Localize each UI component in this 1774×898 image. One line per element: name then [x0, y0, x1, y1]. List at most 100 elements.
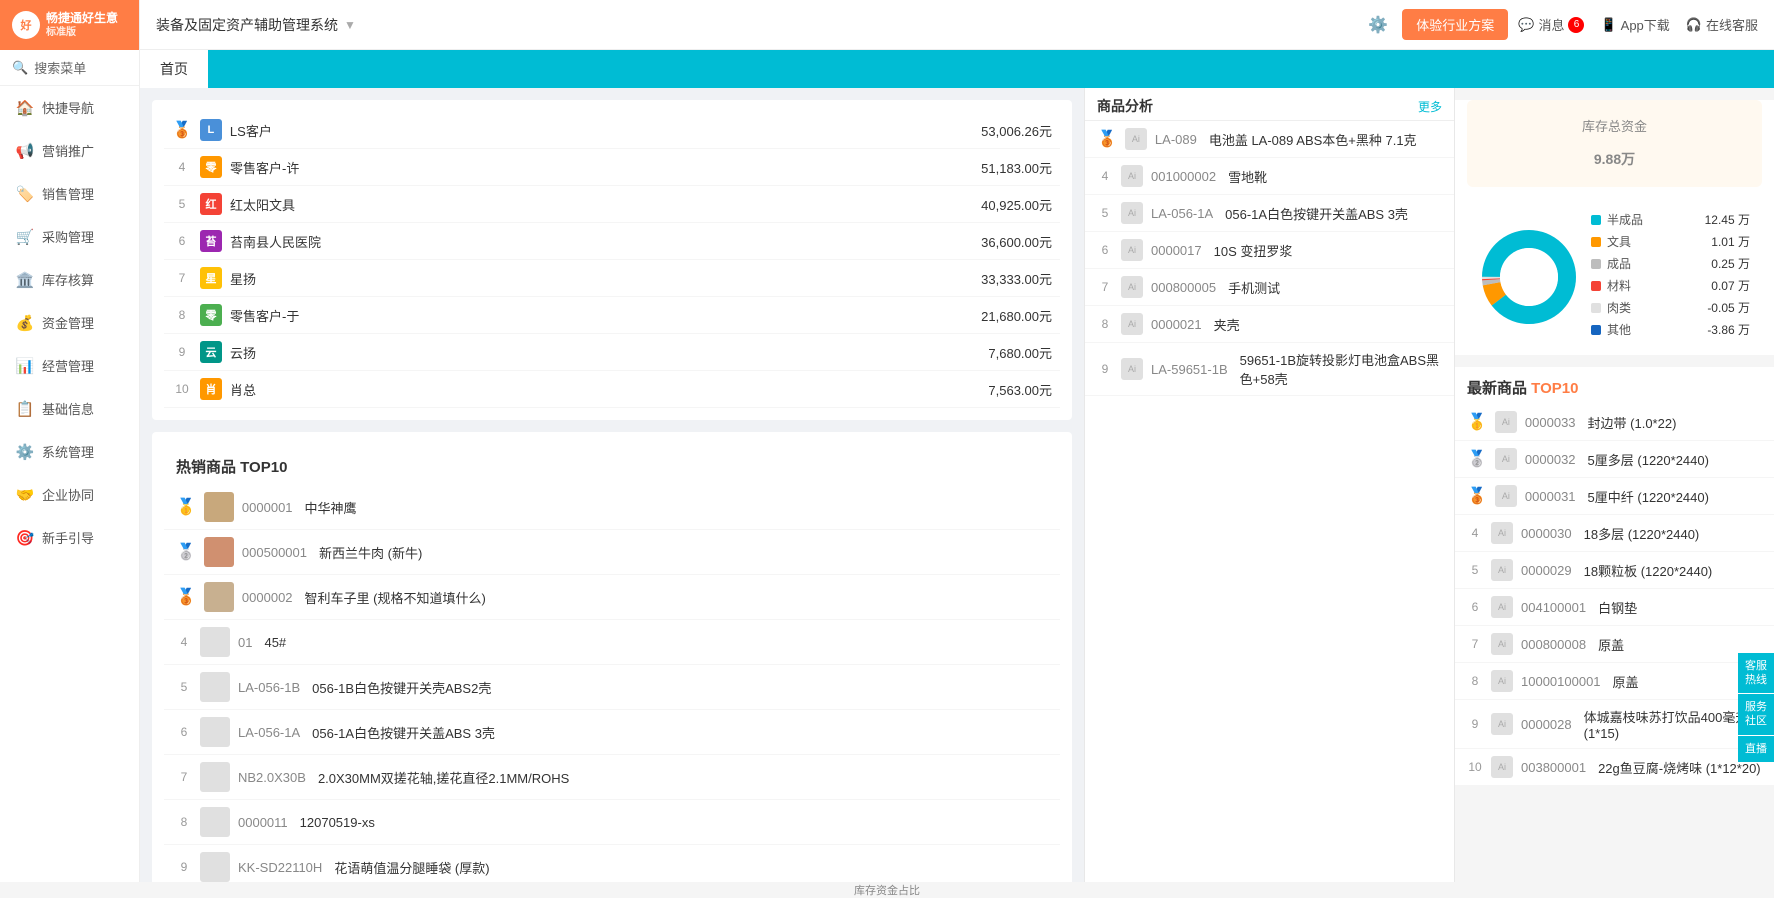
rank-item-5: 5 红 红太阳文具 40,925.00元: [164, 186, 1060, 223]
main-area: 装备及固定资产辅助管理系统 ▼ ⚙️ 体验行业方案 💬 消息 6 📱 App下载…: [140, 0, 1774, 882]
newest-medal-3: 🥉: [1467, 486, 1487, 506]
sidebar-item-quick-nav[interactable]: 🏠 快捷导航: [0, 86, 139, 129]
newest-num-8: 8: [1467, 674, 1483, 688]
rank-num-9: 9: [172, 345, 192, 359]
inv-code-7: 000800005: [1151, 280, 1216, 295]
sidebar-item-purchase[interactable]: 🛒 采购管理: [0, 215, 139, 258]
newest-icon-5: Ai: [1491, 559, 1513, 581]
cart-icon: 🛒: [16, 228, 34, 246]
legend-dot-2: [1591, 237, 1601, 247]
sidebar-item-marketing[interactable]: 📢 营销推广: [0, 129, 139, 172]
inv-item-7: 7 Ai 000800005 手机测试: [1085, 269, 1454, 306]
newest-code-9: 0000028: [1521, 717, 1572, 732]
phone-icon: 📱: [1600, 17, 1616, 33]
rank-num-4: 4: [172, 160, 192, 174]
legend-name-5: 肉类: [1607, 299, 1631, 316]
newest-item-10: 10 Ai 003800001 22g鱼豆腐-烧烤味 (1*12*20): [1455, 749, 1774, 786]
inventory-summary: 库存总资金 9.88万: [1467, 100, 1762, 187]
legend-item-3: 成品 0.25 万: [1591, 255, 1750, 272]
search-menu[interactable]: 🔍 搜索菜单: [0, 50, 139, 86]
customer-avatar-4: 苔: [200, 230, 222, 252]
sidebar-item-guide[interactable]: 🎯 新手引导: [0, 516, 139, 559]
inv-code-8: 0000021: [1151, 317, 1202, 332]
legend-name-2: 文具: [1607, 233, 1631, 250]
newest-code-1: 0000033: [1525, 415, 1576, 430]
customer-name-1: LS客户: [230, 121, 973, 140]
inv-code-5: LA-056-1A: [1151, 206, 1213, 221]
legend-val-5: -0.05 万: [1707, 299, 1750, 316]
dropdown-icon[interactable]: ▼: [344, 18, 356, 32]
inv-item-3: 🥉 Ai LA-089 电池盖 LA-089 ABS本色+黑种 7.1克: [1085, 121, 1454, 158]
rank-item-4: 4 零 零售客户-许 51,183.00元: [164, 149, 1060, 186]
legend-dot-5: [1591, 303, 1601, 313]
donut-section: 库存资金占比 半成品 12.45 万: [1467, 199, 1762, 355]
inv-code-3: LA-089: [1155, 132, 1197, 147]
legend-val-4: 0.07 万: [1711, 277, 1750, 294]
hot-item-5: 5 LA-056-1B 056-1B白色按键开关壳ABS2壳: [164, 665, 1060, 710]
inv-name-6: 10S 变扭罗浆: [1214, 241, 1442, 260]
app-download-item[interactable]: 📱 App下载: [1600, 15, 1669, 34]
rank-num-10: 10: [172, 382, 192, 396]
home-icon: 🏠: [16, 99, 34, 117]
sidebar-item-system[interactable]: ⚙️ 系统管理: [0, 430, 139, 473]
customer-amount-3: 40,925.00元: [981, 195, 1052, 214]
hot-code-9: KK-SD22110H: [238, 860, 322, 875]
system-name-area: 装备及固定资产辅助管理系统 ▼: [156, 15, 1358, 35]
trial-button[interactable]: 体验行业方案: [1402, 9, 1508, 40]
inv-code-6: 0000017: [1151, 243, 1202, 258]
newest-products-list: 🥇 Ai 0000033 封边带 (1.0*22) 🥈 Ai 0000032 5…: [1455, 404, 1774, 786]
float-btn-community[interactable]: 服务社区: [1738, 694, 1774, 735]
sidebar-item-operations[interactable]: 📊 经营管理: [0, 344, 139, 387]
more-link[interactable]: 更多: [1418, 98, 1442, 115]
newest-num-10: 10: [1467, 760, 1483, 774]
inv-item-9: 9 Ai LA-59651-1B 59651-1B旋转投影灯电池盒ABS黑色+5…: [1085, 343, 1454, 396]
newest-name-1: 封边带 (1.0*22): [1588, 413, 1762, 432]
clipboard-icon: 📋: [16, 400, 34, 418]
inv-name-9: 59651-1B旋转投影灯电池盒ABS黑色+58壳: [1240, 350, 1442, 388]
float-btn-service[interactable]: 客服热线: [1738, 653, 1774, 694]
inv-name-4: 雪地靴: [1228, 167, 1442, 186]
newest-icon-2: Ai: [1495, 448, 1517, 470]
rank-num-5: 5: [172, 197, 192, 211]
rank-item-8: 8 零 零售客户-于 21,680.00元: [164, 297, 1060, 334]
legend-name-1: 半成品: [1607, 211, 1643, 228]
legend-name-4: 材料: [1607, 277, 1631, 294]
settings-icon[interactable]: ⚙️: [1368, 15, 1388, 35]
donut-svg: [1479, 227, 1579, 327]
hot-item-7: 7 NB2.0X30B 2.0X30MM双搓花轴,搓花直径2.1MM/ROHS: [164, 755, 1060, 800]
hot-products-list: 🥇 0000001 中华神鹰 🥈 000500001 新西兰牛肉 (新牛) 🥉: [164, 485, 1060, 882]
customer-avatar-7: 云: [200, 341, 222, 363]
float-btn-live[interactable]: 直播: [1738, 736, 1774, 762]
newest-code-3: 0000031: [1525, 489, 1576, 504]
hot-name-4: 45#: [264, 635, 1048, 650]
newest-name-4: 18多层 (1220*2440): [1584, 524, 1762, 543]
sidebar-item-sales[interactable]: 🏷️ 销售管理: [0, 172, 139, 215]
inv-icon-6: Ai: [1121, 239, 1143, 261]
sidebar-logo: 好 畅捷通好生意 标准版: [0, 0, 139, 50]
newest-icon-4: Ai: [1491, 522, 1513, 544]
hot-num-5: 5: [176, 680, 192, 694]
hot-item-8: 8 0000011 12070519-xs: [164, 800, 1060, 845]
tab-home[interactable]: 首页: [140, 50, 208, 88]
newest-icon-9: Ai: [1491, 713, 1513, 735]
hot-name-2: 新西兰牛肉 (新牛): [319, 543, 1048, 562]
hot-name-7: 2.0X30MM双搓花轴,搓花直径2.1MM/ROHS: [318, 768, 1048, 787]
megaphone-icon: 📢: [16, 142, 34, 160]
sidebar-item-basic-info[interactable]: 📋 基础信息: [0, 387, 139, 430]
newest-code-8: 10000100001: [1521, 674, 1601, 689]
sidebar-item-enterprise[interactable]: 🤝 企业协同: [0, 473, 139, 516]
message-item[interactable]: 💬 消息 6: [1518, 15, 1584, 34]
message-icon: 💬: [1518, 17, 1534, 33]
inv-num-8: 8: [1097, 317, 1113, 331]
online-service-item[interactable]: 🎧 在线客服: [1686, 15, 1758, 34]
hot-code-4: 01: [238, 635, 252, 650]
logo-icon: 好: [12, 11, 40, 39]
inventory-analysis-title: 商品分析: [1097, 96, 1153, 116]
sidebar-item-finance[interactable]: 💰 资金管理: [0, 301, 139, 344]
legend-name-3: 成品: [1607, 255, 1631, 272]
hot-name-1: 中华神鹰: [305, 498, 1048, 517]
sidebar-item-inventory[interactable]: 🏛️ 库存核算: [0, 258, 139, 301]
hot-name-3: 智利车子里 (规格不知道填什么): [305, 588, 1048, 607]
hot-medal-2: 🥈: [176, 542, 196, 562]
hot-code-7: NB2.0X30B: [238, 770, 306, 785]
